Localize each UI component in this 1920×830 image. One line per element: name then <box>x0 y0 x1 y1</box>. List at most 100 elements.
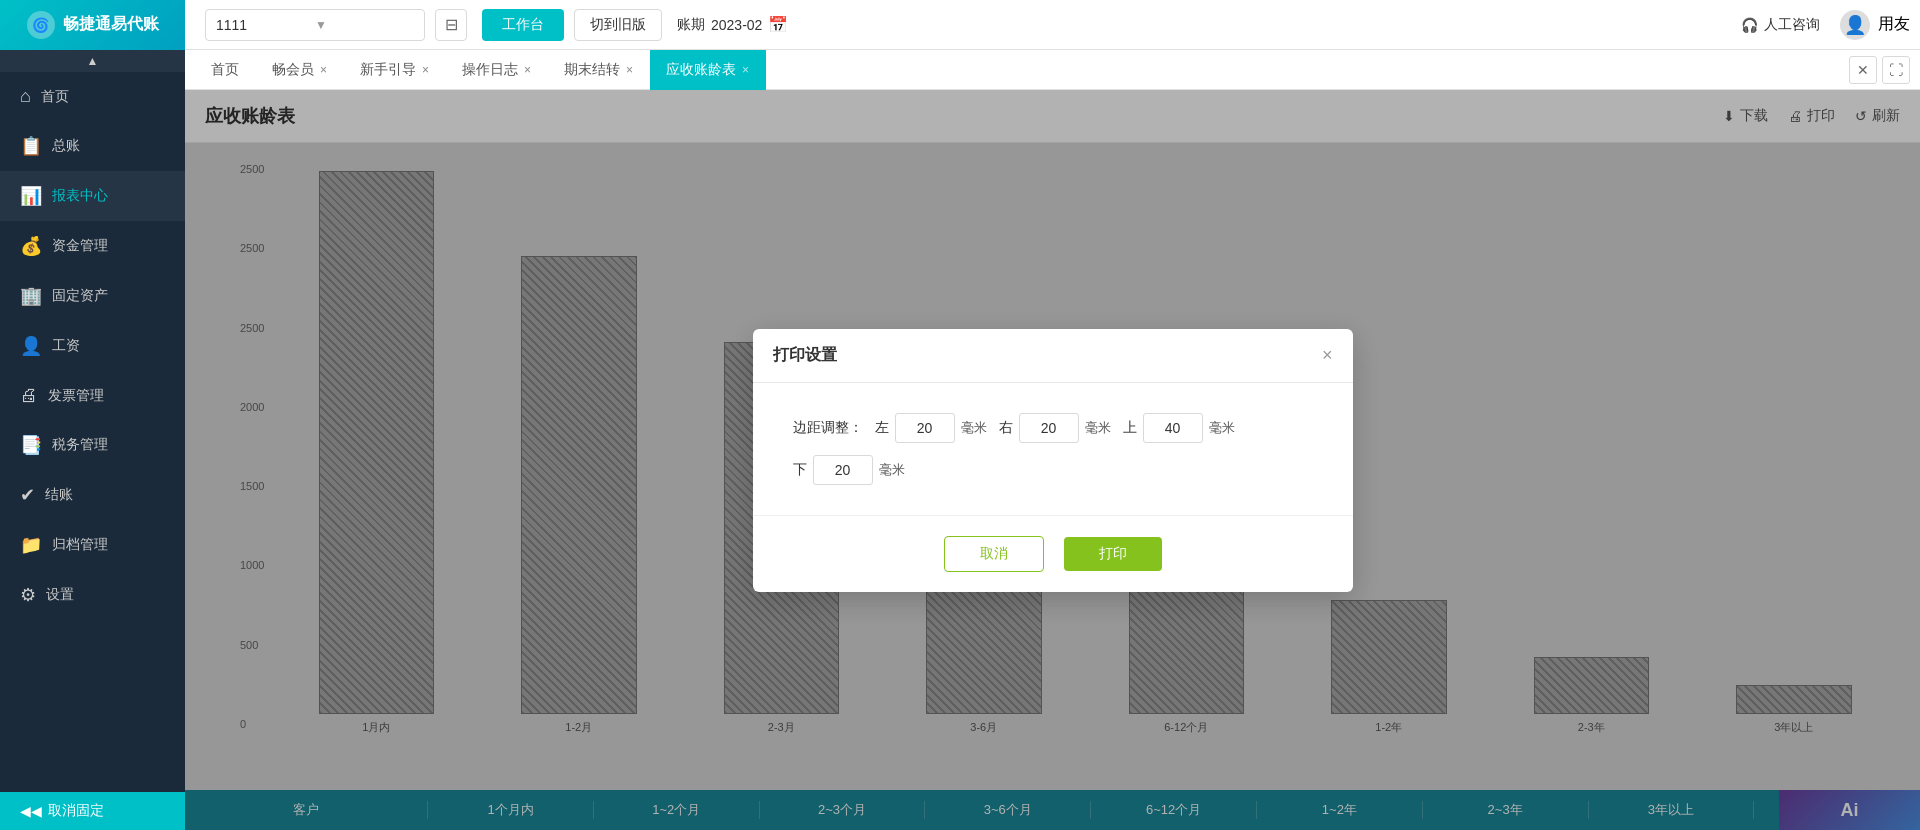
sidebar-item-assets[interactable]: 🏢 固定资产 <box>0 271 185 321</box>
sidebar-label-ledger: 总账 <box>52 137 80 155</box>
sidebar-label-assets: 固定资产 <box>52 287 108 305</box>
sidebar-item-funds[interactable]: 💰 资金管理 <box>0 221 185 271</box>
username: 用友 <box>1878 14 1910 35</box>
sidebar-item-payroll[interactable]: 👤 工资 <box>0 321 185 371</box>
logo: 🌀 畅捷通易代账 <box>0 0 185 50</box>
header-right: 🎧 人工咨询 👤 用友 <box>1741 10 1910 40</box>
tab-member-close[interactable]: × <box>320 63 327 77</box>
margin-top-input[interactable] <box>1143 413 1203 443</box>
calendar-icon[interactable]: 📅 <box>768 15 788 34</box>
sidebar-item-home[interactable]: ⌂ 首页 <box>0 72 185 121</box>
customer-service-label: 人工咨询 <box>1764 16 1820 34</box>
tab-aging-close[interactable]: × <box>742 63 749 77</box>
sidebar-scroll-up[interactable]: ▲ <box>0 50 185 72</box>
assets-icon: 🏢 <box>20 285 42 307</box>
archive-icon: 📁 <box>20 534 42 556</box>
tab-aging-label: 应收账龄表 <box>666 61 736 79</box>
sidebar-label-funds: 资金管理 <box>52 237 108 255</box>
sidebar: ▲ ⌂ 首页 📋 总账 📊 报表中心 💰 资金管理 🏢 固定资产 👤 工资 🖨 … <box>0 50 185 830</box>
left-direction-label: 左 <box>875 419 889 437</box>
logo-text: 畅捷通易代账 <box>63 14 159 35</box>
tax-icon: 📑 <box>20 434 42 456</box>
user-info[interactable]: 👤 用友 <box>1840 10 1910 40</box>
pin-icon: ◀◀ <box>20 803 42 819</box>
tab-guide-close[interactable]: × <box>422 63 429 77</box>
funds-icon: 💰 <box>20 235 42 257</box>
margin-right-input[interactable] <box>1019 413 1079 443</box>
sidebar-item-checkout[interactable]: ✔ 结账 <box>0 470 185 520</box>
home-icon: ⌂ <box>20 86 31 107</box>
sidebar-item-archive[interactable]: 📁 归档管理 <box>0 520 185 570</box>
headphone-icon: 🎧 <box>1741 17 1758 33</box>
avatar: 👤 <box>1840 10 1870 40</box>
modal-overlay: 打印设置 × 边距调整： 左 毫米 右 <box>185 90 1920 830</box>
sidebar-item-invoice[interactable]: 🖨 发票管理 <box>0 371 185 420</box>
top-unit: 毫米 <box>1209 419 1235 437</box>
logo-icon: 🌀 <box>27 11 55 39</box>
left-unit: 毫米 <box>961 419 987 437</box>
sidebar-collapse-button[interactable]: ◀◀ 取消固定 <box>0 792 185 830</box>
tab-home[interactable]: 首页 <box>195 50 256 90</box>
cancel-button[interactable]: 取消 <box>944 536 1044 572</box>
modal-title: 打印设置 <box>773 345 837 366</box>
copy-icon[interactable]: ⊟ <box>435 9 467 41</box>
right-unit: 毫米 <box>1085 419 1111 437</box>
sidebar-item-reports[interactable]: 📊 报表中心 <box>0 171 185 221</box>
tab-close-all-button[interactable]: ✕ <box>1849 56 1877 84</box>
right-direction-label: 右 <box>999 419 1013 437</box>
period-label: 账期 <box>677 16 705 34</box>
sidebar-label-settings: 设置 <box>46 586 74 604</box>
bottom-direction-label: 下 <box>793 461 807 479</box>
sidebar-label-invoice: 发票管理 <box>48 387 104 405</box>
margin-top-group: 上 毫米 <box>1123 413 1235 443</box>
tab-member-label: 畅会员 <box>272 61 314 79</box>
margin-form-row: 边距调整： 左 毫米 右 毫米 <box>793 413 1313 485</box>
period-value: 2023-02 <box>711 17 762 33</box>
modal-close-button[interactable]: × <box>1322 346 1333 364</box>
margin-right-group: 右 毫米 <box>999 413 1111 443</box>
tab-guide[interactable]: 新手引导 × <box>344 50 446 90</box>
tabs-bar: 首页 畅会员 × 新手引导 × 操作日志 × 期末结转 × 应收账龄表 × <box>185 50 1920 90</box>
invoice-icon: 🖨 <box>20 385 38 406</box>
page-content: 应收账龄表 ⬇ 下载 🖨 打印 ↺ 刷新 <box>185 90 1920 830</box>
chevron-down-icon: ▼ <box>315 18 414 32</box>
workbench-button[interactable]: 工作台 <box>482 9 564 41</box>
print-confirm-button[interactable]: 打印 <box>1064 537 1162 571</box>
sidebar-label-reports: 报表中心 <box>52 187 108 205</box>
print-settings-modal: 打印设置 × 边距调整： 左 毫米 右 <box>753 329 1353 592</box>
margin-label: 边距调整： <box>793 419 863 437</box>
sidebar-label-home: 首页 <box>41 88 69 106</box>
reports-icon: 📊 <box>20 185 42 207</box>
content-area: 首页 畅会员 × 新手引导 × 操作日志 × 期末结转 × 应收账龄表 × <box>185 50 1920 830</box>
tab-period-end[interactable]: 期末结转 × <box>548 50 650 90</box>
checkout-icon: ✔ <box>20 484 35 506</box>
sidebar-collapse-label: 取消固定 <box>48 802 104 820</box>
company-selector[interactable]: 1111 ▼ <box>205 9 425 41</box>
sidebar-item-settings[interactable]: ⚙ 设置 <box>0 570 185 620</box>
sidebar-label-payroll: 工资 <box>52 337 80 355</box>
sidebar-label-archive: 归档管理 <box>52 536 108 554</box>
sidebar-label-tax: 税务管理 <box>52 436 108 454</box>
sidebar-item-ledger[interactable]: 📋 总账 <box>0 121 185 171</box>
payroll-icon: 👤 <box>20 335 42 357</box>
margin-bottom-group: 下 毫米 <box>793 455 905 485</box>
ledger-icon: 📋 <box>20 135 42 157</box>
tab-maximize-button[interactable]: ⛶ <box>1882 56 1910 84</box>
modal-body: 边距调整： 左 毫米 右 毫米 <box>753 383 1353 515</box>
customer-service[interactable]: 🎧 人工咨询 <box>1741 16 1820 34</box>
period-info: 账期 2023-02 📅 <box>677 15 788 34</box>
sidebar-item-tax[interactable]: 📑 税务管理 <box>0 420 185 470</box>
tab-member[interactable]: 畅会员 × <box>256 50 344 90</box>
tab-home-label: 首页 <box>211 61 239 79</box>
switch-version-button[interactable]: 切到旧版 <box>574 9 662 41</box>
margin-left-group: 左 毫米 <box>875 413 987 443</box>
bottom-unit: 毫米 <box>879 461 905 479</box>
tab-oplog[interactable]: 操作日志 × <box>446 50 548 90</box>
tab-period-end-close[interactable]: × <box>626 63 633 77</box>
tab-oplog-close[interactable]: × <box>524 63 531 77</box>
settings-icon: ⚙ <box>20 584 36 606</box>
tab-aging[interactable]: 应收账龄表 × <box>650 50 766 90</box>
margin-left-input[interactable] <box>895 413 955 443</box>
tabs-actions: ✕ ⛶ <box>1849 56 1910 84</box>
margin-bottom-input[interactable] <box>813 455 873 485</box>
